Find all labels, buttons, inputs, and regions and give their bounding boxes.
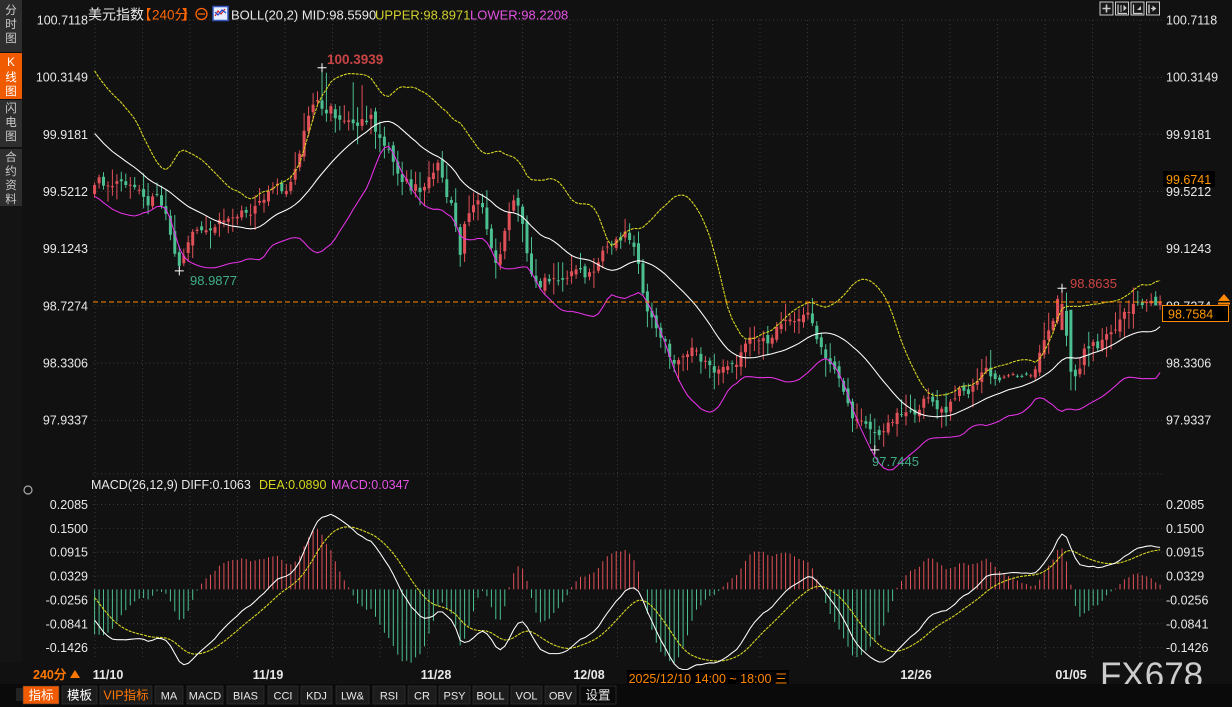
svg-text:PSY: PSY xyxy=(443,691,466,703)
svg-text:100.7118: 100.7118 xyxy=(1166,14,1217,28)
svg-text:MACD:0.0347: MACD:0.0347 xyxy=(331,478,410,492)
svg-text:99.1243: 99.1243 xyxy=(43,242,88,256)
svg-text:DEA:0.0890: DEA:0.0890 xyxy=(259,478,326,492)
svg-text:-0.1426: -0.1426 xyxy=(1166,641,1208,655)
svg-text:98.3306: 98.3306 xyxy=(43,357,88,371)
svg-text:99.9181: 99.9181 xyxy=(43,128,88,142)
svg-text:MACD(26,12,9) DIFF:0.1063: MACD(26,12,9) DIFF:0.1063 xyxy=(91,478,251,492)
svg-text:0.2085: 0.2085 xyxy=(1166,498,1204,512)
svg-text:K: K xyxy=(7,57,15,69)
svg-text:BIAS: BIAS xyxy=(233,691,258,703)
svg-text:0.1500: 0.1500 xyxy=(50,522,88,536)
svg-text:12/26: 12/26 xyxy=(900,668,931,682)
svg-text:设置: 设置 xyxy=(585,688,610,703)
svg-text:01/05: 01/05 xyxy=(1055,668,1086,682)
svg-text:-0.0841: -0.0841 xyxy=(46,617,88,631)
svg-text:UPPER:98.8971: UPPER:98.8971 xyxy=(375,8,470,23)
svg-text:-0.0256: -0.0256 xyxy=(46,593,88,607)
svg-text:时: 时 xyxy=(5,18,17,31)
svg-text:VIP指标: VIP指标 xyxy=(103,688,148,703)
svg-text:0.0915: 0.0915 xyxy=(50,546,88,560)
svg-text:97.9337: 97.9337 xyxy=(43,414,88,428)
svg-text:约: 约 xyxy=(5,164,17,178)
svg-text:11/28: 11/28 xyxy=(421,668,452,682)
svg-text:97.9337: 97.9337 xyxy=(1166,414,1211,428)
svg-text:图: 图 xyxy=(5,32,17,45)
svg-text:【: 【 xyxy=(138,8,152,23)
svg-text:99.9181: 99.9181 xyxy=(1166,128,1211,142)
svg-text:100.3149: 100.3149 xyxy=(1166,71,1218,85)
svg-text:240分: 240分 xyxy=(33,667,67,682)
svg-text:12/08: 12/08 xyxy=(573,668,604,682)
svg-text:11/10: 11/10 xyxy=(93,668,124,682)
svg-text:图: 图 xyxy=(5,85,17,98)
svg-text:料: 料 xyxy=(5,192,17,206)
svg-text:98.7584: 98.7584 xyxy=(1168,308,1213,322)
svg-text:图: 图 xyxy=(5,130,17,143)
svg-text:LOWER:98.2208: LOWER:98.2208 xyxy=(470,8,568,23)
svg-text:KDJ: KDJ xyxy=(306,691,327,703)
svg-text:VOL: VOL xyxy=(515,691,537,703)
svg-text:美元指数: 美元指数 xyxy=(88,7,144,23)
svg-text:98.8635: 98.8635 xyxy=(1070,276,1117,291)
svg-text:99.5212: 99.5212 xyxy=(43,185,88,199)
svg-text:指标: 指标 xyxy=(28,688,53,703)
svg-text:100.3149: 100.3149 xyxy=(36,71,88,85)
svg-text:-0.0841: -0.0841 xyxy=(1166,617,1208,631)
svg-text:99.6741: 99.6741 xyxy=(1166,173,1211,187)
svg-text:0.0329: 0.0329 xyxy=(1166,570,1204,584)
svg-text:100.7118: 100.7118 xyxy=(37,14,88,28)
svg-text:模板: 模板 xyxy=(67,689,93,703)
svg-text:资: 资 xyxy=(5,179,17,192)
svg-text:99.5212: 99.5212 xyxy=(1166,185,1211,199)
svg-text:RSI: RSI xyxy=(380,691,398,703)
svg-text:LW&: LW& xyxy=(341,691,365,703)
svg-text:CCI: CCI xyxy=(274,691,293,703)
svg-text:-0.0256: -0.0256 xyxy=(1166,593,1208,607)
svg-text:98.3306: 98.3306 xyxy=(1166,357,1211,371)
svg-text:0.0915: 0.0915 xyxy=(1166,546,1204,560)
svg-text:97.7445: 97.7445 xyxy=(872,454,919,469)
svg-text:0.0329: 0.0329 xyxy=(50,570,88,584)
svg-text:-0.1426: -0.1426 xyxy=(46,641,88,655)
svg-text:2025/12/10 14:00 ~ 18:00 三: 2025/12/10 14:00 ~ 18:00 三 xyxy=(629,672,788,686)
svg-text:99.1243: 99.1243 xyxy=(1166,242,1211,256)
svg-text:0.1500: 0.1500 xyxy=(1166,522,1204,536)
svg-text:MA: MA xyxy=(161,691,178,703)
svg-text:98.7274: 98.7274 xyxy=(43,299,88,313)
svg-text:CR: CR xyxy=(414,691,430,703)
svg-text:MACD: MACD xyxy=(189,691,221,703)
svg-text:BOLL(20,2) MID:98.5590: BOLL(20,2) MID:98.5590 xyxy=(231,8,376,23)
svg-text:分: 分 xyxy=(5,4,17,17)
svg-text:OBV: OBV xyxy=(549,691,573,703)
svg-text:合: 合 xyxy=(5,150,17,164)
svg-text:0.2085: 0.2085 xyxy=(50,498,88,512)
svg-text:BOLL: BOLL xyxy=(476,691,504,703)
svg-text:11/19: 11/19 xyxy=(253,668,284,682)
svg-text:100.3939: 100.3939 xyxy=(327,52,383,67)
svg-text:闪: 闪 xyxy=(5,101,17,115)
svg-text:】: 】 xyxy=(182,8,196,23)
svg-text:线: 线 xyxy=(5,70,17,84)
svg-text:98.9877: 98.9877 xyxy=(190,273,237,288)
svg-text:电: 电 xyxy=(5,116,17,129)
